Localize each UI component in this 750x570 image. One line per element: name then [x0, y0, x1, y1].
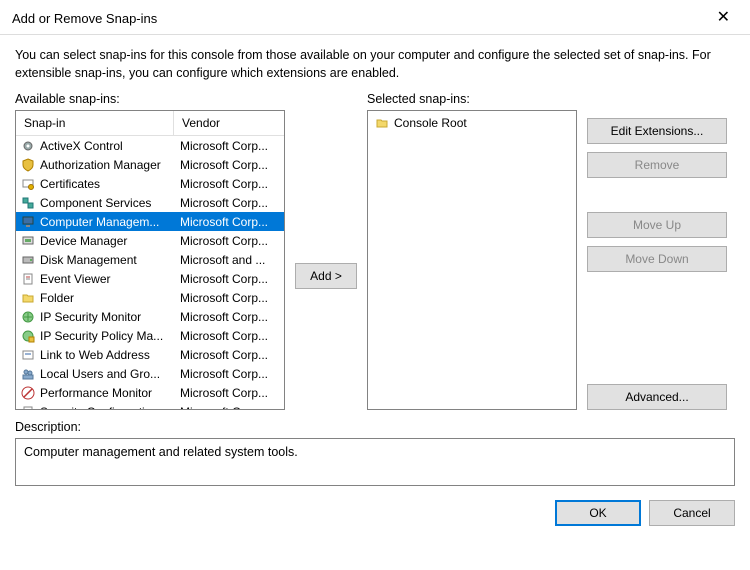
description-section: Description: Computer management and rel…	[0, 410, 750, 486]
list-item[interactable]: Device ManagerMicrosoft Corp...	[16, 231, 284, 250]
header-snapin[interactable]: Snap-in	[16, 111, 174, 135]
list-item[interactable]: Performance MonitorMicrosoft Corp...	[16, 383, 284, 402]
list-item-name: Folder	[40, 291, 174, 305]
ok-button[interactable]: OK	[555, 500, 641, 526]
main-area: Available snap-ins: Snap-in Vendor Activ…	[0, 92, 750, 410]
event-icon	[20, 271, 36, 287]
footer-buttons: OK Cancel	[0, 486, 750, 526]
gear-icon	[20, 138, 36, 154]
list-item-name: Security Configurati...	[40, 405, 174, 410]
folder-icon	[374, 115, 390, 131]
list-item[interactable]: FolderMicrosoft Corp...	[16, 288, 284, 307]
middle-column: Add >	[295, 92, 357, 410]
folder-icon	[20, 290, 36, 306]
cancel-button[interactable]: Cancel	[649, 500, 735, 526]
list-item[interactable]: Security Configurati...Microsoft Corp...	[16, 402, 284, 409]
list-item-vendor: Microsoft Corp...	[174, 177, 284, 191]
list-item-name: Device Manager	[40, 234, 174, 248]
list-item-vendor: Microsoft Corp...	[174, 329, 284, 343]
list-item-vendor: Microsoft Corp...	[174, 272, 284, 286]
intro-text: You can select snap-ins for this console…	[0, 35, 750, 92]
close-button[interactable]: ✕	[709, 8, 738, 28]
list-item-vendor: Microsoft Corp...	[174, 291, 284, 305]
list-item-vendor: Microsoft Corp...	[174, 310, 284, 324]
move-up-button[interactable]: Move Up	[587, 212, 727, 238]
list-item-name: ActiveX Control	[40, 139, 174, 153]
advanced-button[interactable]: Advanced...	[587, 384, 727, 410]
list-item-vendor: Microsoft Corp...	[174, 405, 284, 410]
tree-item[interactable]: Console Root	[372, 114, 572, 132]
list-item-vendor: Microsoft and ...	[174, 253, 284, 267]
list-item[interactable]: IP Security Policy Ma...Microsoft Corp..…	[16, 326, 284, 345]
titlebar: Add or Remove Snap-ins ✕	[0, 0, 750, 35]
list-item-name: Authorization Manager	[40, 158, 174, 172]
list-item-vendor: Microsoft Corp...	[174, 234, 284, 248]
list-item[interactable]: Event ViewerMicrosoft Corp...	[16, 269, 284, 288]
ipmon-icon	[20, 309, 36, 325]
list-item-vendor: Microsoft Corp...	[174, 386, 284, 400]
list-item-name: IP Security Policy Ma...	[40, 329, 174, 343]
sec-icon	[20, 404, 36, 410]
window-title: Add or Remove Snap-ins	[12, 11, 157, 26]
description-label: Description:	[15, 420, 735, 434]
remove-button[interactable]: Remove	[587, 152, 727, 178]
list-header: Snap-in Vendor	[16, 111, 284, 136]
flex-spacer	[587, 280, 727, 376]
right-spacer-label	[587, 92, 727, 106]
list-item[interactable]: Link to Web AddressMicrosoft Corp...	[16, 345, 284, 364]
list-item-name: Performance Monitor	[40, 386, 174, 400]
list-item-name: Link to Web Address	[40, 348, 174, 362]
gap	[587, 186, 727, 204]
device-icon	[20, 233, 36, 249]
right-buttons-column: Edit Extensions... Remove Move Up Move D…	[587, 92, 727, 410]
edit-extensions-button[interactable]: Edit Extensions...	[587, 118, 727, 144]
shield-icon	[20, 157, 36, 173]
list-item-name: Local Users and Gro...	[40, 367, 174, 381]
list-item-vendor: Microsoft Corp...	[174, 196, 284, 210]
list-item[interactable]: ActiveX ControlMicrosoft Corp...	[16, 136, 284, 155]
tree-item-label: Console Root	[394, 116, 467, 130]
ippol-icon	[20, 328, 36, 344]
list-item[interactable]: Component ServicesMicrosoft Corp...	[16, 193, 284, 212]
selected-snapins-tree[interactable]: Console Root	[367, 110, 577, 410]
add-button[interactable]: Add >	[295, 263, 357, 289]
list-item-name: Computer Managem...	[40, 215, 174, 229]
list-item-name: Disk Management	[40, 253, 174, 267]
list-item-vendor: Microsoft Corp...	[174, 348, 284, 362]
link-icon	[20, 347, 36, 363]
list-item-name: Component Services	[40, 196, 174, 210]
move-down-button[interactable]: Move Down	[587, 246, 727, 272]
users-icon	[20, 366, 36, 382]
list-item[interactable]: Authorization ManagerMicrosoft Corp...	[16, 155, 284, 174]
list-item[interactable]: Local Users and Gro...Microsoft Corp...	[16, 364, 284, 383]
list-item-vendor: Microsoft Corp...	[174, 158, 284, 172]
perf-icon	[20, 385, 36, 401]
cert-icon	[20, 176, 36, 192]
list-item[interactable]: Computer Managem...Microsoft Corp...	[16, 212, 284, 231]
list-item-name: Event Viewer	[40, 272, 174, 286]
list-item[interactable]: CertificatesMicrosoft Corp...	[16, 174, 284, 193]
available-label: Available snap-ins:	[15, 92, 285, 106]
component-icon	[20, 195, 36, 211]
available-snapins-list[interactable]: Snap-in Vendor ActiveX ControlMicrosoft …	[15, 110, 285, 410]
header-vendor[interactable]: Vendor	[174, 111, 284, 135]
monitor-icon	[20, 214, 36, 230]
description-box: Computer management and related system t…	[15, 438, 735, 486]
available-column: Available snap-ins: Snap-in Vendor Activ…	[15, 92, 285, 410]
list-item-vendor: Microsoft Corp...	[174, 367, 284, 381]
close-icon: ✕	[717, 9, 730, 26]
selected-label: Selected snap-ins:	[367, 92, 577, 106]
disk-icon	[20, 252, 36, 268]
list-item-name: IP Security Monitor	[40, 310, 174, 324]
list-item-vendor: Microsoft Corp...	[174, 139, 284, 153]
list-item-vendor: Microsoft Corp...	[174, 215, 284, 229]
selected-column: Selected snap-ins: Console Root	[367, 92, 577, 410]
list-item[interactable]: Disk ManagementMicrosoft and ...	[16, 250, 284, 269]
available-list-body[interactable]: ActiveX ControlMicrosoft Corp...Authoriz…	[16, 136, 284, 409]
list-item[interactable]: IP Security MonitorMicrosoft Corp...	[16, 307, 284, 326]
list-item-name: Certificates	[40, 177, 174, 191]
